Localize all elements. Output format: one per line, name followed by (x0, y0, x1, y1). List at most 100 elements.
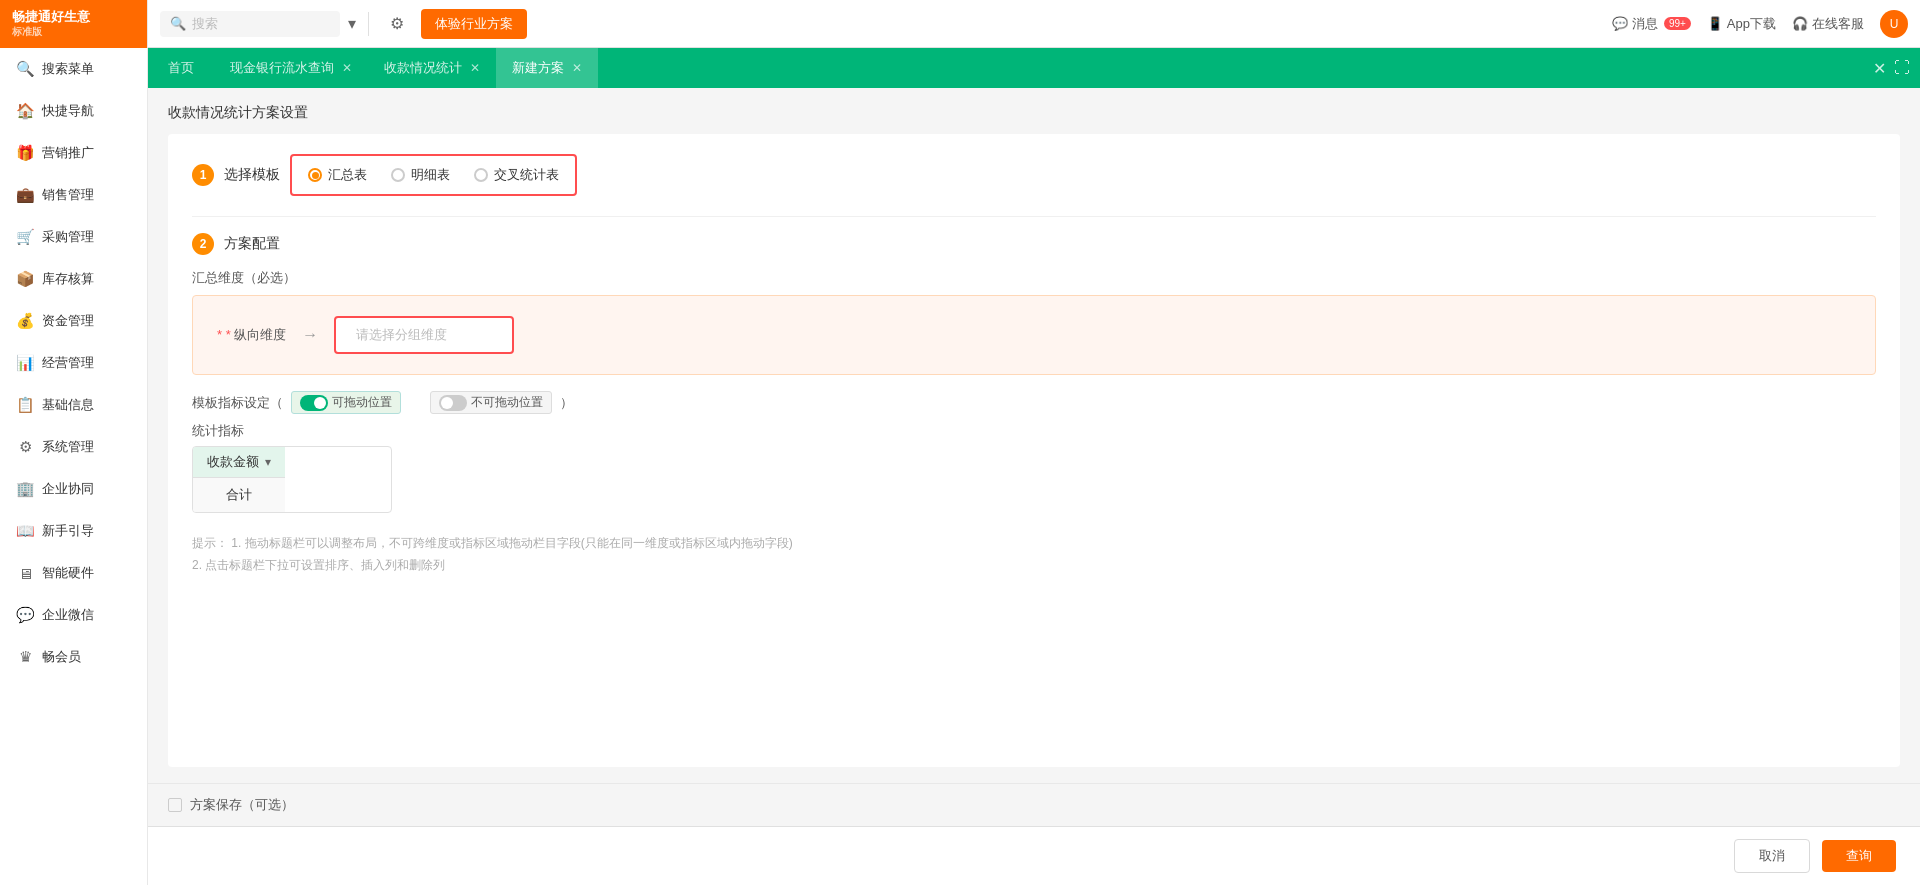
plan-save-checkbox[interactable] (168, 798, 182, 812)
dimension-row-label: * 纵向维度 (217, 326, 286, 344)
metric-col-header-amount[interactable]: 收款金额 ▾ (193, 447, 285, 478)
collect-stat-close-icon[interactable]: ✕ (470, 61, 480, 75)
dimension-placeholder: 请选择分组维度 (356, 326, 447, 344)
sidebar-item-label: 企业微信 (42, 606, 94, 624)
sidebar-item-search-menu[interactable]: 🔍 搜索菜单 (0, 48, 147, 90)
expand-icon[interactable]: ⛶ (1894, 59, 1910, 77)
draggable-indicator: 可拖动位置 (291, 391, 401, 414)
step2-title: 方案配置 (224, 235, 280, 253)
sidebar: 畅捷通好生意 标准版 🔍 搜索菜单 🏠 快捷导航 🎁 营销推广 💼 销售管理 🛒… (0, 0, 148, 885)
download-button[interactable]: 📱 App下载 (1707, 15, 1776, 33)
hint-line-1: 提示： 1. 拖动标题栏可以调整布局，不可跨维度或指标区域拖动栏目字段(只能在同… (192, 533, 1876, 555)
step2-num: 2 (192, 233, 214, 255)
tab-bank-flow[interactable]: 现金银行流水查询 ✕ (214, 48, 368, 88)
logo-version: 标准版 (12, 25, 90, 39)
settings-icon: ⚙ (16, 438, 34, 456)
logo-text: 畅捷通好生意 (12, 9, 90, 25)
sidebar-item-label: 采购管理 (42, 228, 94, 246)
search-area[interactable]: 🔍 搜索 (160, 11, 340, 37)
tab-collect-stat[interactable]: 收款情况统计 ✕ (368, 48, 496, 88)
user-info[interactable]: U (1880, 10, 1908, 38)
hint-section: 提示： 1. 拖动标题栏可以调整布局，不可跨维度或指标区域拖动栏目字段(只能在同… (192, 533, 1876, 576)
service-button[interactable]: 🎧 在线客服 (1792, 15, 1864, 33)
gear-button[interactable]: ⚙ (381, 8, 413, 40)
cancel-button[interactable]: 取消 (1734, 839, 1810, 873)
dimension-row: * 纵向维度 → 请选择分组维度 (217, 316, 1851, 354)
sidebar-item-label: 营销推广 (42, 144, 94, 162)
sidebar-item-label: 搜索菜单 (42, 60, 94, 78)
radio-summary[interactable]: 汇总表 (308, 166, 367, 184)
bank-flow-tab-label: 现金银行流水查询 (230, 59, 334, 77)
avatar: U (1880, 10, 1908, 38)
arrow-right-icon: → (302, 326, 318, 344)
tab-bar: 首页 现金银行流水查询 ✕ 收款情况统计 ✕ 新建方案 ✕ ✕ ⛶ (148, 48, 1920, 88)
metric-col-header-label: 收款金额 (207, 453, 259, 471)
monitor-icon: 🖥 (16, 564, 34, 582)
dropdown-icon[interactable]: ▾ (348, 14, 356, 33)
sidebar-item-finance[interactable]: 💰 资金管理 (0, 300, 147, 342)
sidebar-item-label: 经营管理 (42, 354, 94, 372)
plan-save-label: 方案保存（可选） (190, 796, 294, 814)
metric-col-cell-total: 合计 (193, 478, 285, 512)
step2-section: 2 方案配置 汇总维度（必选） * 纵向维度 → (192, 233, 1876, 576)
sidebar-item-label: 智能硬件 (42, 564, 94, 582)
main-area: 🔍 搜索 ▾ ⚙ 体验行业方案 💬 消息 99+ 📱 App下载 🎧 在线客服 … (148, 0, 1920, 885)
radio-cross[interactable]: 交叉统计表 (474, 166, 559, 184)
sidebar-item-label: 库存核算 (42, 270, 94, 288)
dimension-select-box[interactable]: 请选择分组维度 (334, 316, 514, 354)
sidebar-item-quick-nav[interactable]: 🏠 快捷导航 (0, 90, 147, 132)
dimension-title-row: 汇总维度（必选） (192, 269, 1876, 287)
sidebar-item-basics[interactable]: 📋 基础信息 (0, 384, 147, 426)
sidebar-item-label: 基础信息 (42, 396, 94, 414)
sidebar-item-guide[interactable]: 📖 新手引导 (0, 510, 147, 552)
sidebar-item-system[interactable]: ⚙ 系统管理 (0, 426, 147, 468)
tab-bar-actions: ✕ ⛶ (1873, 59, 1920, 78)
metric-section-label: 模板指标设定（ (192, 394, 283, 412)
page-content: 收款情况统计方案设置 1 选择模板 汇总表 (148, 88, 1920, 783)
collect-stat-tab-label: 收款情况统计 (384, 59, 462, 77)
building-icon: 🏢 (16, 480, 34, 498)
sidebar-item-operations[interactable]: 📊 经营管理 (0, 342, 147, 384)
service-label: 在线客服 (1812, 15, 1864, 33)
plan-save-row: 方案保存（可选） (148, 783, 1920, 826)
money-icon: 💰 (16, 312, 34, 330)
tab-home[interactable]: 首页 (148, 48, 214, 88)
new-plan-tab-label: 新建方案 (512, 59, 564, 77)
message-badge: 99+ (1664, 17, 1691, 30)
radio-summary-circle (308, 168, 322, 182)
sidebar-item-hardware[interactable]: 🖥 智能硬件 (0, 552, 147, 594)
sidebar-item-enterprise[interactable]: 🏢 企业协同 (0, 468, 147, 510)
search-menu-icon: 🔍 (16, 60, 34, 78)
trial-button[interactable]: 体验行业方案 (421, 9, 527, 39)
metric-col-cell-label: 合计 (226, 487, 252, 502)
briefcase-icon: 💼 (16, 186, 34, 204)
sidebar-item-wechat[interactable]: 💬 企业微信 (0, 594, 147, 636)
box-icon: 📦 (16, 270, 34, 288)
home-icon: 🏠 (16, 102, 34, 120)
top-bar-right: 💬 消息 99+ 📱 App下载 🎧 在线客服 U (1612, 10, 1908, 38)
metric-section-sep (409, 394, 422, 412)
step1-section: 1 选择模板 汇总表 明细表 (192, 154, 1876, 196)
message-button[interactable]: 💬 消息 99+ (1612, 15, 1691, 33)
radio-cross-label: 交叉统计表 (494, 166, 559, 184)
home-tab-label: 首页 (168, 59, 194, 77)
bank-flow-close-icon[interactable]: ✕ (342, 61, 352, 75)
divider (368, 12, 369, 36)
query-button[interactable]: 查询 (1822, 840, 1896, 872)
sidebar-item-inventory[interactable]: 📦 库存核算 (0, 258, 147, 300)
new-plan-close-icon[interactable]: ✕ (572, 61, 582, 75)
sidebar-item-sales[interactable]: 💼 销售管理 (0, 174, 147, 216)
draggable-toggle[interactable] (300, 395, 328, 411)
sidebar-item-marketing[interactable]: 🎁 营销推广 (0, 132, 147, 174)
tab-new-plan[interactable]: 新建方案 ✕ (496, 48, 598, 88)
row-label-text: 纵向维度 (234, 327, 286, 342)
crown-icon: ♛ (16, 648, 34, 666)
close-tab-icon[interactable]: ✕ (1873, 59, 1886, 78)
non-draggable-toggle[interactable] (439, 395, 467, 411)
sidebar-item-vip[interactable]: ♛ 畅会员 (0, 636, 147, 678)
sidebar-item-purchase[interactable]: 🛒 采购管理 (0, 216, 147, 258)
sidebar-item-label: 销售管理 (42, 186, 94, 204)
radio-detail[interactable]: 明细表 (391, 166, 450, 184)
radio-detail-circle (391, 168, 405, 182)
sidebar-item-label: 资金管理 (42, 312, 94, 330)
